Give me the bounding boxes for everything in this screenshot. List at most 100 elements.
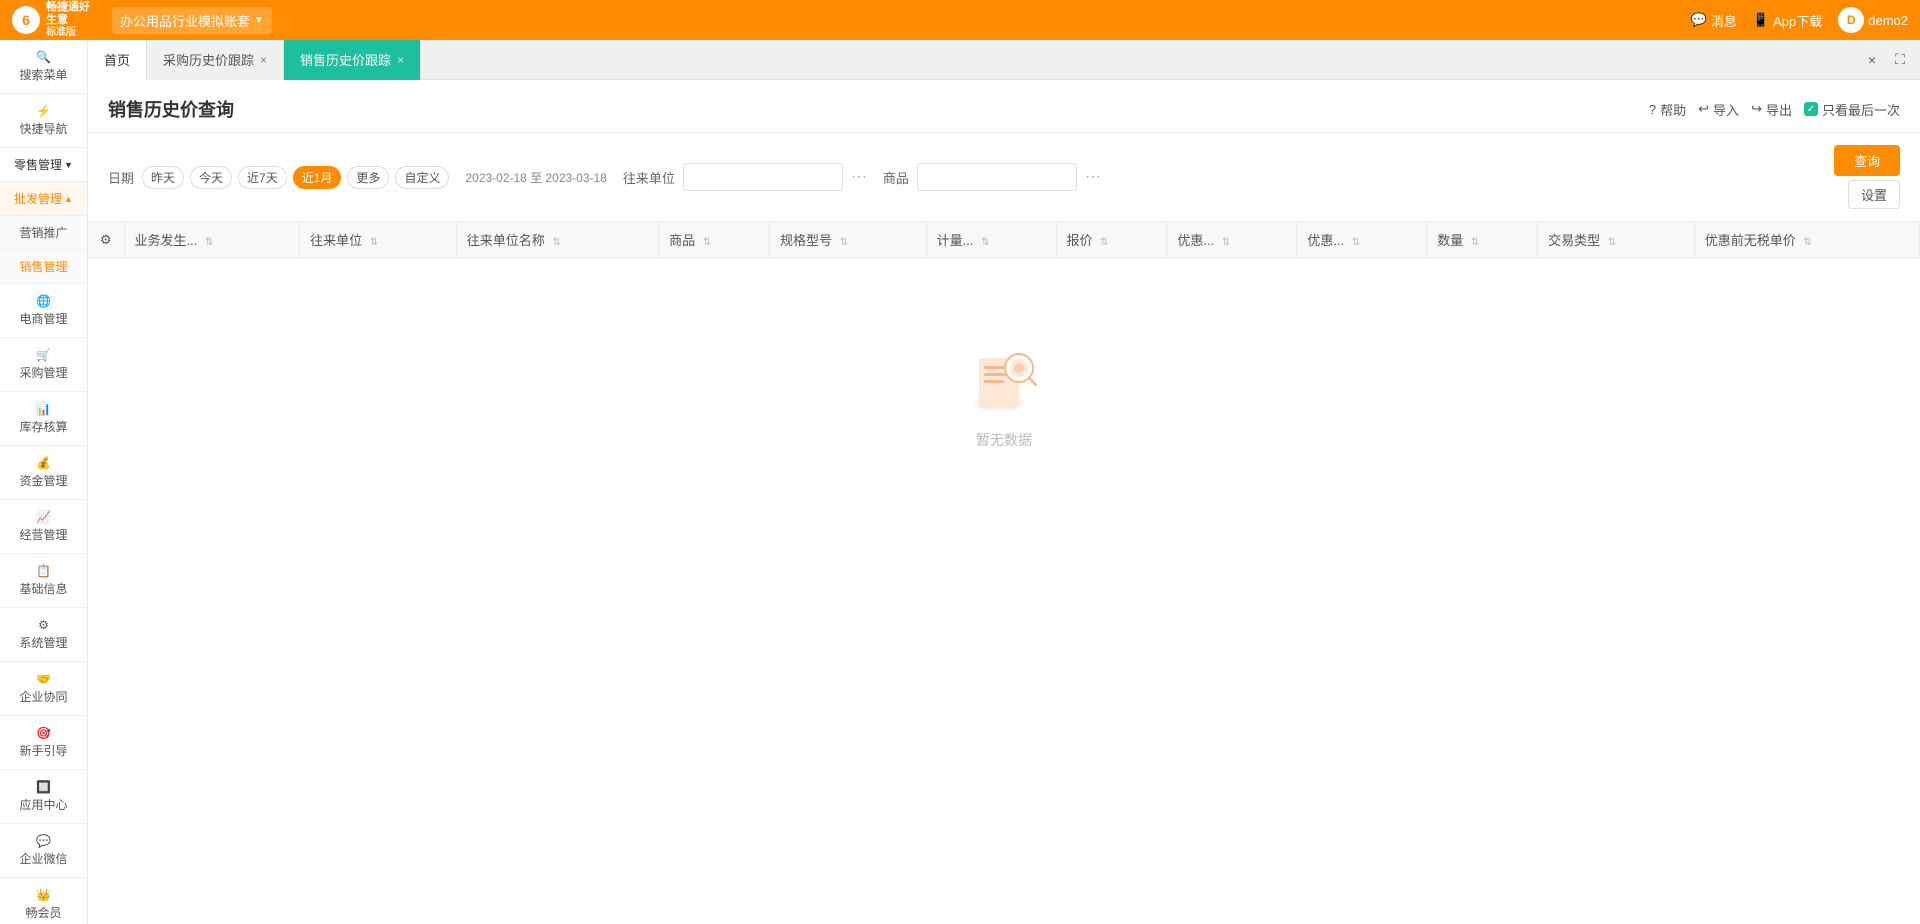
help-label: 帮助 (1660, 100, 1686, 119)
system-icon: ⚙ (38, 618, 49, 632)
tab-purchase[interactable]: 采购历史价跟踪 × (147, 40, 284, 80)
table-col-quote[interactable]: 报价 ⇅ (1056, 222, 1167, 258)
workspace-selector[interactable]: 办公用品行业模拟账套 ▼ (112, 7, 272, 34)
workspace-area: 办公用品行业模拟账套 ▼ (100, 7, 1691, 34)
only-last-label: 只看最后一次 (1822, 100, 1900, 119)
col-biz-date-label: 业务发生... (135, 233, 198, 248)
marketing-label: 营销推广 (19, 226, 67, 240)
sidebar-item-wechat[interactable]: 💬 企业微信 (0, 824, 87, 878)
tab-purchase-close[interactable]: × (260, 53, 267, 67)
col-discount1-sort-icon: ⇅ (1222, 237, 1230, 248)
partner-dots-btn[interactable]: ··· (851, 168, 867, 186)
table-col-partner-name[interactable]: 往来单位名称 ⇅ (456, 222, 658, 258)
col-product-sort-icon: ⇅ (703, 237, 711, 248)
tab-bar: 首页 采购历史价跟踪 × 销售历史价跟踪 × × ⛶ (88, 40, 1920, 80)
sidebar-item-finance[interactable]: 💰 资金管理 (0, 446, 87, 500)
sidebar-item-search[interactable]: 🔍 搜索菜单 (0, 40, 87, 94)
header-right: 💬 消息 📱 App下载 D demo2 (1691, 7, 1908, 33)
col-unit-sort-icon: ⇅ (981, 237, 989, 248)
app-download-btn[interactable]: 📱 App下载 (1753, 11, 1822, 30)
col-trade-type-sort-icon: ⇅ (1608, 237, 1616, 248)
date-btn-7days[interactable]: 近7天 (238, 166, 287, 189)
date-btn-more[interactable]: 更多 (347, 166, 389, 189)
sidebar-item-retail[interactable]: 零售管理 ▼ (0, 148, 87, 182)
user-area[interactable]: D demo2 (1838, 7, 1908, 33)
table-col-spec[interactable]: 规格型号 ⇅ (769, 222, 926, 258)
sidebar-item-wholesale[interactable]: 批发管理 ▲ (0, 182, 87, 216)
page-title: 销售历史价查询 (108, 96, 234, 122)
col-tax-price-sort-icon: ⇅ (1803, 237, 1811, 248)
table-col-trade-type[interactable]: 交易类型 ⇅ (1538, 222, 1695, 258)
partner-filter-label: 往来单位 (623, 168, 675, 187)
sidebar-item-app-center[interactable]: 🔲 应用中心 (0, 770, 87, 824)
sidebar-item-label-inventory: 库存核算 (19, 418, 67, 435)
wholesale-label: 批发管理 (14, 190, 62, 207)
query-button[interactable]: 查询 (1834, 145, 1900, 176)
import-label: 导入 (1713, 100, 1739, 119)
sidebar-item-basic[interactable]: 📋 基础信息 (0, 554, 87, 608)
table-col-biz-date[interactable]: 业务发生... ⇅ (124, 222, 300, 258)
table-col-product[interactable]: 商品 ⇅ (659, 222, 770, 258)
main-layout: 🔍 搜索菜单 ⚡ 快捷导航 零售管理 ▼ 批发管理 ▲ 营销推广 销售管理 🌐 … (0, 40, 1920, 924)
tab-fullscreen-btn[interactable]: ⛶ (1888, 48, 1912, 72)
tab-close-all-btn[interactable]: × (1860, 48, 1884, 72)
inventory-icon: 📊 (36, 402, 51, 416)
filter-action-buttons: 查询 设置 (1834, 145, 1900, 209)
sidebar: 🔍 搜索菜单 ⚡ 快捷导航 零售管理 ▼ 批发管理 ▲ 营销推广 销售管理 🌐 … (0, 40, 88, 924)
table-settings-icon: ⚙ (100, 232, 112, 247)
table-col-discount2[interactable]: 优惠... ⇅ (1297, 222, 1427, 258)
date-btn-yesterday[interactable]: 昨天 (142, 166, 184, 189)
table-col-partner-code[interactable]: 往来单位 ⇅ (300, 222, 457, 258)
sidebar-item-system[interactable]: ⚙ 系统管理 (0, 608, 87, 662)
date-filter-label: 日期 (108, 168, 134, 187)
col-partner-name-label: 往来单位名称 (467, 233, 545, 248)
avatar: D (1838, 7, 1864, 33)
tab-home[interactable]: 首页 (88, 40, 147, 80)
product-dots-btn[interactable]: ··· (1085, 168, 1101, 186)
help-btn[interactable]: ? 帮助 (1649, 100, 1686, 119)
date-btn-1month[interactable]: 近1月 (293, 166, 342, 189)
import-btn[interactable]: ↩ 导入 (1698, 100, 1739, 119)
logo-text: 畅捷通好生意 (46, 1, 100, 27)
tab-purchase-label: 采购历史价跟踪 (163, 50, 254, 69)
help-icon: ? (1649, 102, 1656, 117)
top-header: 6 畅捷通好生意 标准版 办公用品行业模拟账套 ▼ 💬 消息 📱 App下载 D… (0, 0, 1920, 40)
table-col-discount1[interactable]: 优惠... ⇅ (1167, 222, 1297, 258)
sidebar-item-label-system: 系统管理 (19, 634, 67, 651)
partner-input[interactable] (683, 163, 843, 191)
col-discount2-label: 优惠... (1307, 233, 1344, 248)
sidebar-sub-item-sales-mgmt[interactable]: 销售管理 (0, 250, 87, 284)
sidebar-item-label-wechat: 企业微信 (19, 850, 67, 867)
export-btn[interactable]: ↪ 导出 (1751, 100, 1792, 119)
logo-sub: 标准版 (46, 27, 100, 39)
table-col-unit[interactable]: 计量... ⇅ (926, 222, 1056, 258)
date-btn-today[interactable]: 今天 (190, 166, 232, 189)
settings-button[interactable]: 设置 (1848, 180, 1900, 209)
sidebar-item-member[interactable]: 👑 畅会员 (0, 878, 87, 924)
sidebar-item-purchase[interactable]: 🛒 采购管理 (0, 338, 87, 392)
user-name: demo2 (1868, 13, 1908, 28)
ecommerce-icon: 🌐 (36, 294, 51, 308)
tab-sales[interactable]: 销售历史价跟踪 × (284, 40, 421, 80)
sidebar-item-operations[interactable]: 📈 经营管理 (0, 500, 87, 554)
table-col-quantity[interactable]: 数量 ⇅ (1427, 222, 1538, 258)
date-btn-custom[interactable]: 自定义 (395, 166, 449, 189)
table-col-settings[interactable]: ⚙ (88, 222, 124, 258)
only-last-checkbox[interactable]: ✓ 只看最后一次 (1804, 100, 1900, 119)
sidebar-item-ecommerce[interactable]: 🌐 电商管理 (0, 284, 87, 338)
sidebar-item-enterprise[interactable]: 🤝 企业协同 (0, 662, 87, 716)
tab-sales-close[interactable]: × (397, 53, 404, 67)
sales-mgmt-label: 销售管理 (19, 260, 67, 274)
import-icon: ↩ (1698, 101, 1709, 117)
sidebar-sub-item-marketing[interactable]: 营销推广 (0, 216, 87, 250)
product-input[interactable] (917, 163, 1077, 191)
col-biz-date-sort-icon: ⇅ (205, 237, 213, 248)
wholesale-arrow: ▲ (64, 194, 73, 204)
basic-icon: 📋 (36, 564, 51, 578)
product-filter-group: 商品 ··· (883, 163, 1101, 191)
sidebar-item-shortcut[interactable]: ⚡ 快捷导航 (0, 94, 87, 148)
sidebar-item-newbie[interactable]: 🎯 新手引导 (0, 716, 87, 770)
message-btn[interactable]: 💬 消息 (1691, 11, 1737, 30)
sidebar-item-inventory[interactable]: 📊 库存核算 (0, 392, 87, 446)
table-col-tax-price[interactable]: 优惠前无税单价 ⇅ (1694, 222, 1919, 258)
